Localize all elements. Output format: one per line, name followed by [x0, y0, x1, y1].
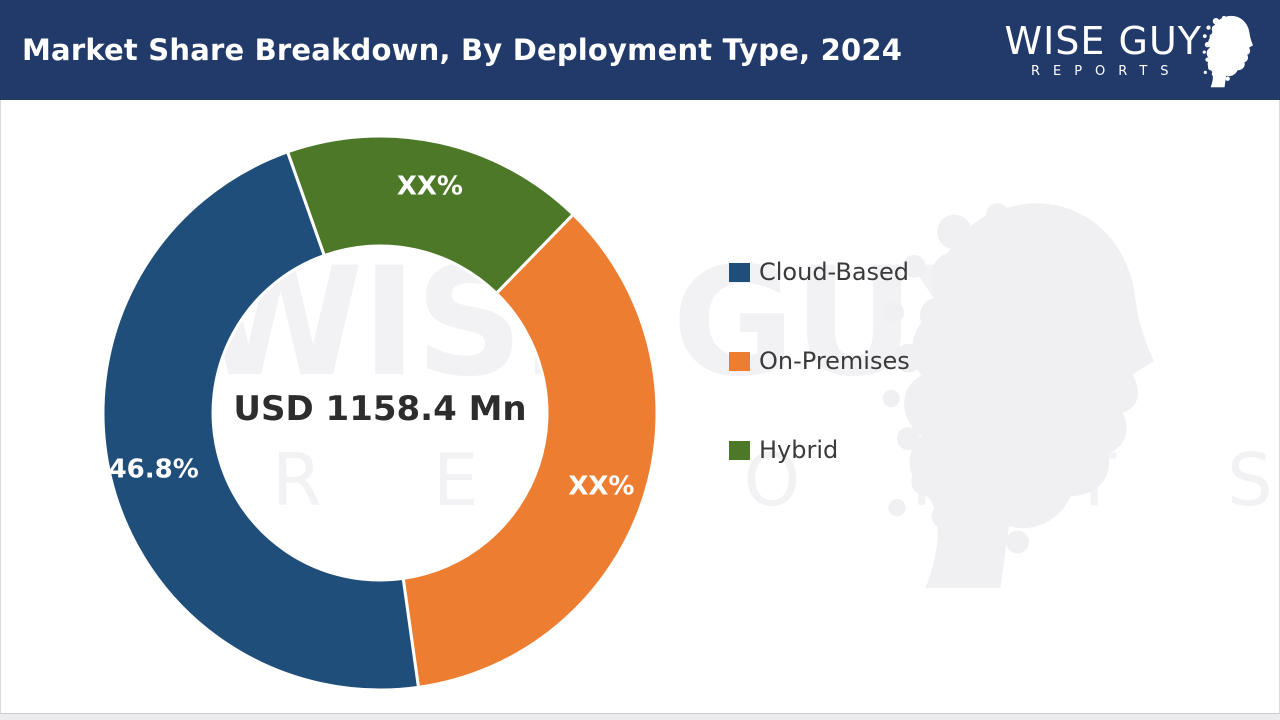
chart-legend: Cloud-Based On-Premises Hybrid: [729, 257, 910, 465]
header-bar: Market Share Breakdown, By Deployment Ty…: [0, 0, 1280, 100]
legend-item-hybrid: Hybrid: [729, 435, 910, 465]
logo-face-icon: [1200, 10, 1264, 90]
legend-label: Hybrid: [759, 436, 839, 464]
page-title: Market Share Breakdown, By Deployment Ty…: [22, 33, 903, 67]
logo-wordmark: WISE GUY REPORTS: [1005, 22, 1202, 79]
donut-chart: XX% XX% 46.8%: [101, 134, 659, 692]
donut-center-value: USD 1158.4 Mn: [233, 389, 527, 429]
legend-label: Cloud-Based: [759, 258, 910, 286]
donut-slice-on-premises: [401, 212, 659, 690]
slice-label-cloud-based: 46.8%: [109, 454, 199, 484]
legend-label: On-Premises: [759, 347, 910, 375]
legend-swatch-icon: [729, 262, 750, 282]
legend-swatch-icon: [729, 351, 750, 371]
footer-strip: [0, 713, 1280, 720]
logo-line1: WISE GUY: [1004, 18, 1202, 63]
wiseguy-logo: WISE GUY REPORTS: [1005, 10, 1264, 90]
slice-label-hybrid: XX%: [397, 171, 463, 201]
logo-line2: REPORTS: [1030, 63, 1182, 79]
legend-swatch-icon: [729, 440, 750, 460]
slice-label-on-premises: XX%: [568, 472, 634, 502]
legend-item-on-premises: On-Premises: [729, 346, 910, 376]
legend-item-cloud-based: Cloud-Based: [729, 257, 910, 287]
